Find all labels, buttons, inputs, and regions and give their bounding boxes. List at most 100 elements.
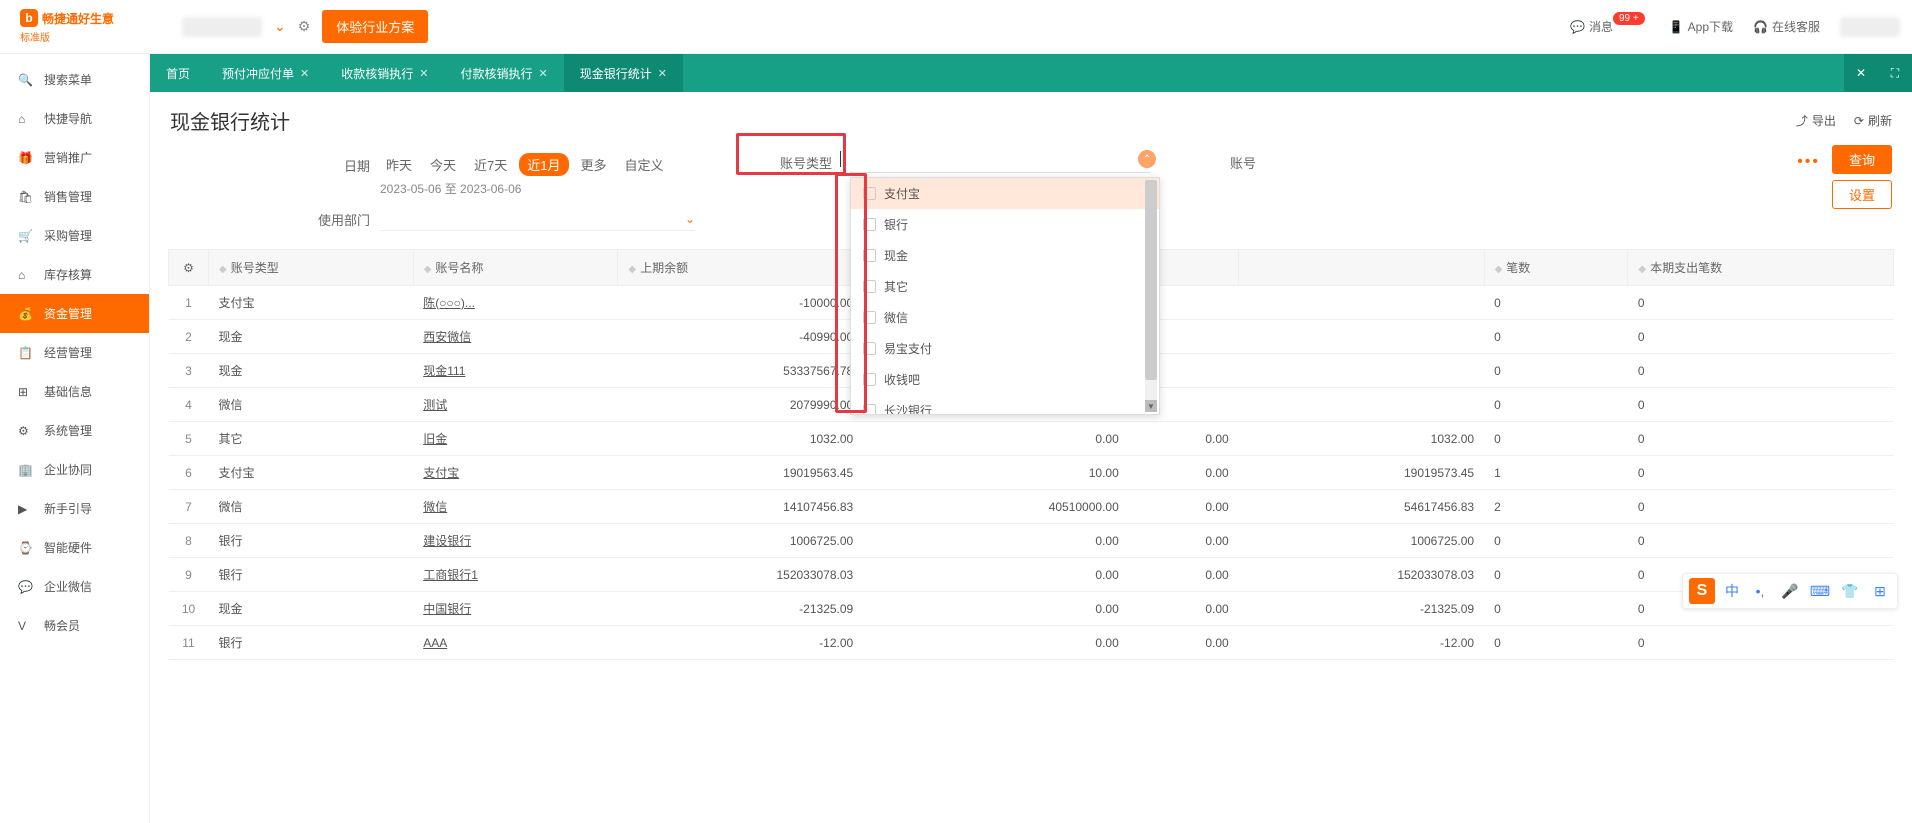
ime-punct-icon[interactable]: •, [1749,580,1771,602]
column-header[interactable]: ◆账号类型 [209,250,414,286]
sidebar-item-6[interactable]: 💰资金管理 [0,294,149,333]
date-option[interactable]: 近1月 [519,153,568,176]
sort-icon[interactable]: ◆ [219,264,227,275]
sidebar-item-11[interactable]: ▶新手引导 [0,489,149,528]
account-link[interactable]: 陈(○○○)... [423,296,475,310]
more-filters-button[interactable]: ••• [1797,153,1820,171]
user-avatar[interactable] [1840,17,1900,37]
gear-icon[interactable]: ⚙ [298,18,311,35]
tab-3[interactable]: 付款核销执行✕ [444,54,563,92]
date-option[interactable]: 昨天 [380,153,418,176]
collapse-toggle[interactable]: ⌃ [1138,150,1156,168]
sort-icon[interactable]: ◆ [628,264,636,275]
account-link[interactable]: 旧金 [423,432,447,446]
tab-0[interactable]: 首页 [150,54,206,92]
sidebar-item-1[interactable]: ⌂快捷导航 [0,99,149,138]
close-icon[interactable]: ✕ [539,67,548,80]
ime-keyboard-icon[interactable]: ⌨ [1809,580,1831,602]
dropdown-item[interactable]: 现金 [851,240,1159,271]
column-header[interactable]: ◆笔数 [1484,250,1628,286]
date-option[interactable]: 今天 [424,153,462,176]
checkbox[interactable] [863,404,876,415]
sidebar-item-4[interactable]: 🛒采购管理 [0,216,149,255]
column-header[interactable]: ◆上期余额 [618,250,863,286]
tab-2[interactable]: 收款核销执行✕ [325,54,444,92]
settings-button[interactable]: 设置 [1832,180,1892,209]
tab-4[interactable]: 现金银行统计✕ [564,54,683,92]
fullscreen-button[interactable]: ⛶ [1878,54,1912,92]
account-link[interactable]: 测试 [423,398,447,412]
sidebar-item-9[interactable]: ⚙系统管理 [0,411,149,450]
messages-link[interactable]: 💬 消息 99 + [1570,18,1649,35]
dropdown-item[interactable]: 长沙银行 [851,395,1159,415]
account-type-dropdown[interactable]: 支付宝银行现金其它微信易宝支付收钱吧长沙银行 ▼ [850,177,1160,415]
account-link[interactable]: 工商银行1 [423,568,478,582]
sidebar-item-0[interactable]: 🔍搜索菜单 [0,60,149,99]
column-header[interactable]: ◆账号名称 [413,250,618,286]
close-icon[interactable]: ✕ [658,67,667,80]
dropdown-item[interactable]: 收钱吧 [851,364,1159,395]
column-header[interactable]: ◆本期支出笔数 [1628,250,1894,286]
account-link[interactable]: 中国银行 [423,602,471,616]
checkbox[interactable] [863,342,876,355]
checkbox[interactable] [863,280,876,293]
sidebar-item-2[interactable]: 🎁营销推广 [0,138,149,177]
date-option[interactable]: 近7天 [468,153,513,176]
sidebar-item-3[interactable]: 🛍销售管理 [0,177,149,216]
gear-icon[interactable]: ⚙ [183,261,194,275]
sidebar-item-10[interactable]: 🏢企业协同 [0,450,149,489]
account-link[interactable]: 现金111 [423,364,465,378]
account-type-input[interactable] [850,147,1150,173]
account-link[interactable]: 建设银行 [423,534,471,548]
close-icon[interactable]: ✕ [300,67,309,80]
account-link[interactable]: AAA [423,636,447,650]
dept-select[interactable]: ⌄ [380,207,695,231]
checkbox[interactable] [863,373,876,386]
sidebar-icon: ▶ [18,502,34,516]
date-option[interactable]: 更多 [575,153,613,176]
sidebar-item-12[interactable]: ⌚智能硬件 [0,528,149,567]
dropdown-item[interactable]: 其它 [851,271,1159,302]
sidebar-icon: 🎁 [18,151,34,165]
sort-icon[interactable]: ◆ [424,264,432,275]
sidebar-item-5[interactable]: ⌂库存核算 [0,255,149,294]
customer-service-link[interactable]: 🎧 在线客服 [1753,18,1820,35]
account-link[interactable]: 支付宝 [423,466,459,480]
checkbox[interactable] [863,311,876,324]
trial-button[interactable]: 体验行业方案 [322,10,428,43]
dropdown-item[interactable]: 银行 [851,209,1159,240]
org-selector[interactable]: ⌄ [182,17,298,37]
refresh-button[interactable]: ⟳ 刷新 [1854,112,1892,129]
export-button[interactable]: ⤴ 导出 [1796,112,1836,129]
sort-icon[interactable]: ◆ [1638,264,1646,275]
sidebar-item-14[interactable]: V畅会员 [0,606,149,645]
dropdown-item[interactable]: 支付宝 [851,178,1159,209]
column-header[interactable]: ⚙ [169,250,209,286]
ime-lang[interactable]: 中 [1723,581,1741,601]
sidebar-item-8[interactable]: ⊞基础信息 [0,372,149,411]
sort-icon[interactable]: ◆ [1495,264,1503,275]
account-link[interactable]: 微信 [423,500,447,514]
checkbox[interactable] [863,218,876,231]
dropdown-item[interactable]: 易宝支付 [851,333,1159,364]
dropdown-item[interactable]: 微信 [851,302,1159,333]
query-button[interactable]: 查询 [1832,145,1892,174]
account-link[interactable]: 西安微信 [423,330,471,344]
column-header[interactable] [1239,250,1484,286]
checkbox[interactable] [863,187,876,200]
cell-name: 陈(○○○)... [413,286,618,320]
app-download-link[interactable]: 📱 App下载 [1669,18,1733,35]
scrollbar-down-arrow[interactable]: ▼ [1145,400,1157,412]
close-tab-button[interactable]: ✕ [1844,54,1878,92]
sidebar-item-13[interactable]: 💬企业微信 [0,567,149,606]
ime-mic-icon[interactable]: 🎤 [1779,580,1801,602]
date-option[interactable]: 自定义 [619,153,670,176]
ime-toolbar[interactable]: S 中 •, 🎤 ⌨ 👕 ⊞ [1682,573,1898,609]
scrollbar-thumb[interactable] [1145,180,1157,380]
tab-1[interactable]: 预付冲应付单✕ [206,54,325,92]
sidebar-item-7[interactable]: 📋经营管理 [0,333,149,372]
close-icon[interactable]: ✕ [419,67,428,80]
checkbox[interactable] [863,249,876,262]
ime-tools-icon[interactable]: ⊞ [1869,580,1891,602]
ime-skin-icon[interactable]: 👕 [1839,580,1861,602]
